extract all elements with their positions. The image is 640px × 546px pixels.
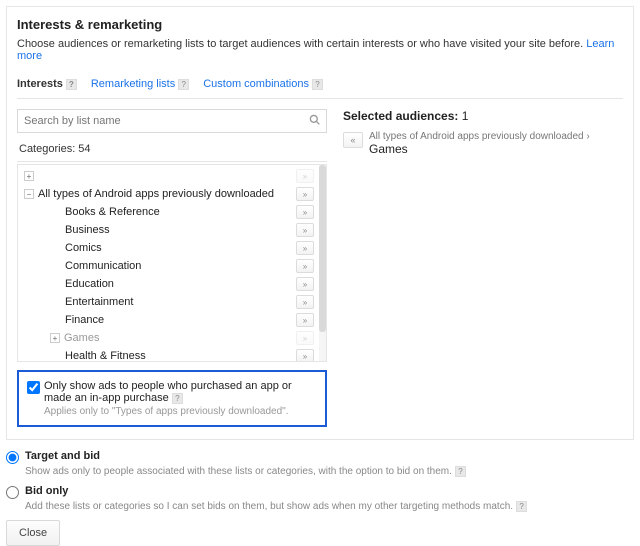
add-category-button[interactable]: » [296,277,314,291]
tab-interests[interactable]: Interests ? [17,72,77,98]
list-item[interactable]: Entertainment» [18,293,326,311]
add-category-button[interactable]: » [296,259,314,273]
add-category-button[interactable]: » [296,223,314,237]
list-item[interactable]: Comics» [18,239,326,257]
help-icon[interactable]: ? [172,393,183,404]
list-item[interactable]: Books & Reference» [18,203,326,221]
selected-audience-name: Games [369,142,590,156]
purchase-filter-checkbox[interactable] [27,381,40,394]
selected-count: 1 [462,109,469,123]
list-item-parent[interactable]: − All types of Android apps previously d… [18,185,326,203]
add-category-button[interactable]: » [296,241,314,255]
scrollbar[interactable] [319,165,326,361]
remove-audience-button[interactable]: « [343,132,363,148]
bid-only-desc: Add these lists or categories so I can s… [25,501,513,512]
expand-toggle-icon[interactable]: + [50,333,60,343]
add-category-button[interactable]: » [296,187,314,201]
add-category-button[interactable]: » [296,295,314,309]
category-label: Books & Reference [65,206,296,218]
section-title: Interests & remarketing [17,17,623,32]
bid-only-radio[interactable] [6,486,19,499]
list-item[interactable]: Business» [18,221,326,239]
selected-audience-row: « All types of Android apps previously d… [343,131,623,156]
category-label: Business [65,224,296,236]
category-label: Entertainment [65,296,296,308]
add-category-button[interactable]: » [296,313,314,327]
bid-only-title: Bid only [25,485,68,497]
search-icon [309,114,320,128]
help-icon[interactable]: ? [516,501,527,512]
description-text: Choose audiences or remarketing lists to… [17,38,583,50]
tab-label: Custom combinations [203,78,309,90]
search-input[interactable] [24,115,309,127]
tab-label: Interests [17,78,63,90]
target-and-bid-title: Target and bid [25,450,100,462]
list-item[interactable]: Health & Fitness» [18,347,326,361]
tabs-bar: Interests ? Remarketing lists ? Custom c… [17,72,623,99]
target-and-bid-radio[interactable] [6,451,19,464]
help-icon[interactable]: ? [312,79,323,90]
add-category-button[interactable]: » [296,205,314,219]
category-tree: + » − All types of Android apps previous… [17,164,327,362]
categories-header: Categories: 54 [17,139,327,162]
add-category-button[interactable]: » [296,349,314,361]
targeting-mode-section: Target and bid Show ads only to people a… [6,450,634,512]
selected-audience-path: All types of Android apps previously dow… [369,131,590,142]
purchase-filter-box: Only show ads to people who purchased an… [17,370,327,427]
collapse-toggle-icon[interactable]: − [24,189,34,199]
tab-remarketing-lists[interactable]: Remarketing lists ? [91,72,189,98]
category-label: Communication [65,260,296,272]
expand-toggle-icon[interactable]: + [24,171,34,181]
help-icon[interactable]: ? [455,466,466,477]
help-icon[interactable]: ? [66,79,77,90]
target-and-bid-desc: Show ads only to people associated with … [25,466,452,477]
close-button[interactable]: Close [6,520,60,546]
add-category-button[interactable]: » [296,331,314,345]
list-item[interactable]: + Games» [18,329,326,347]
list-item[interactable]: + » [18,167,326,185]
purchase-filter-label: Only show ads to people who purchased an… [44,380,292,404]
category-label: Education [65,278,296,290]
section-description: Choose audiences or remarketing lists to… [17,38,623,62]
list-item[interactable]: Education» [18,275,326,293]
help-icon[interactable]: ? [178,79,189,90]
category-label: All types of Android apps previously dow… [38,188,296,200]
add-category-button[interactable]: » [296,169,314,183]
category-label: Games [64,332,296,344]
purchase-filter-note: Applies only to "Types of apps previousl… [27,406,317,417]
category-label: Comics [65,242,296,254]
list-item[interactable]: Communication» [18,257,326,275]
selected-audiences-title: Selected audiences: 1 [343,109,623,123]
tab-label: Remarketing lists [91,78,175,90]
list-item[interactable]: Finance» [18,311,326,329]
tab-custom-combinations[interactable]: Custom combinations ? [203,72,323,98]
category-label: Finance [65,314,296,326]
search-input-wrap[interactable] [17,109,327,133]
category-label: Health & Fitness [65,350,296,361]
